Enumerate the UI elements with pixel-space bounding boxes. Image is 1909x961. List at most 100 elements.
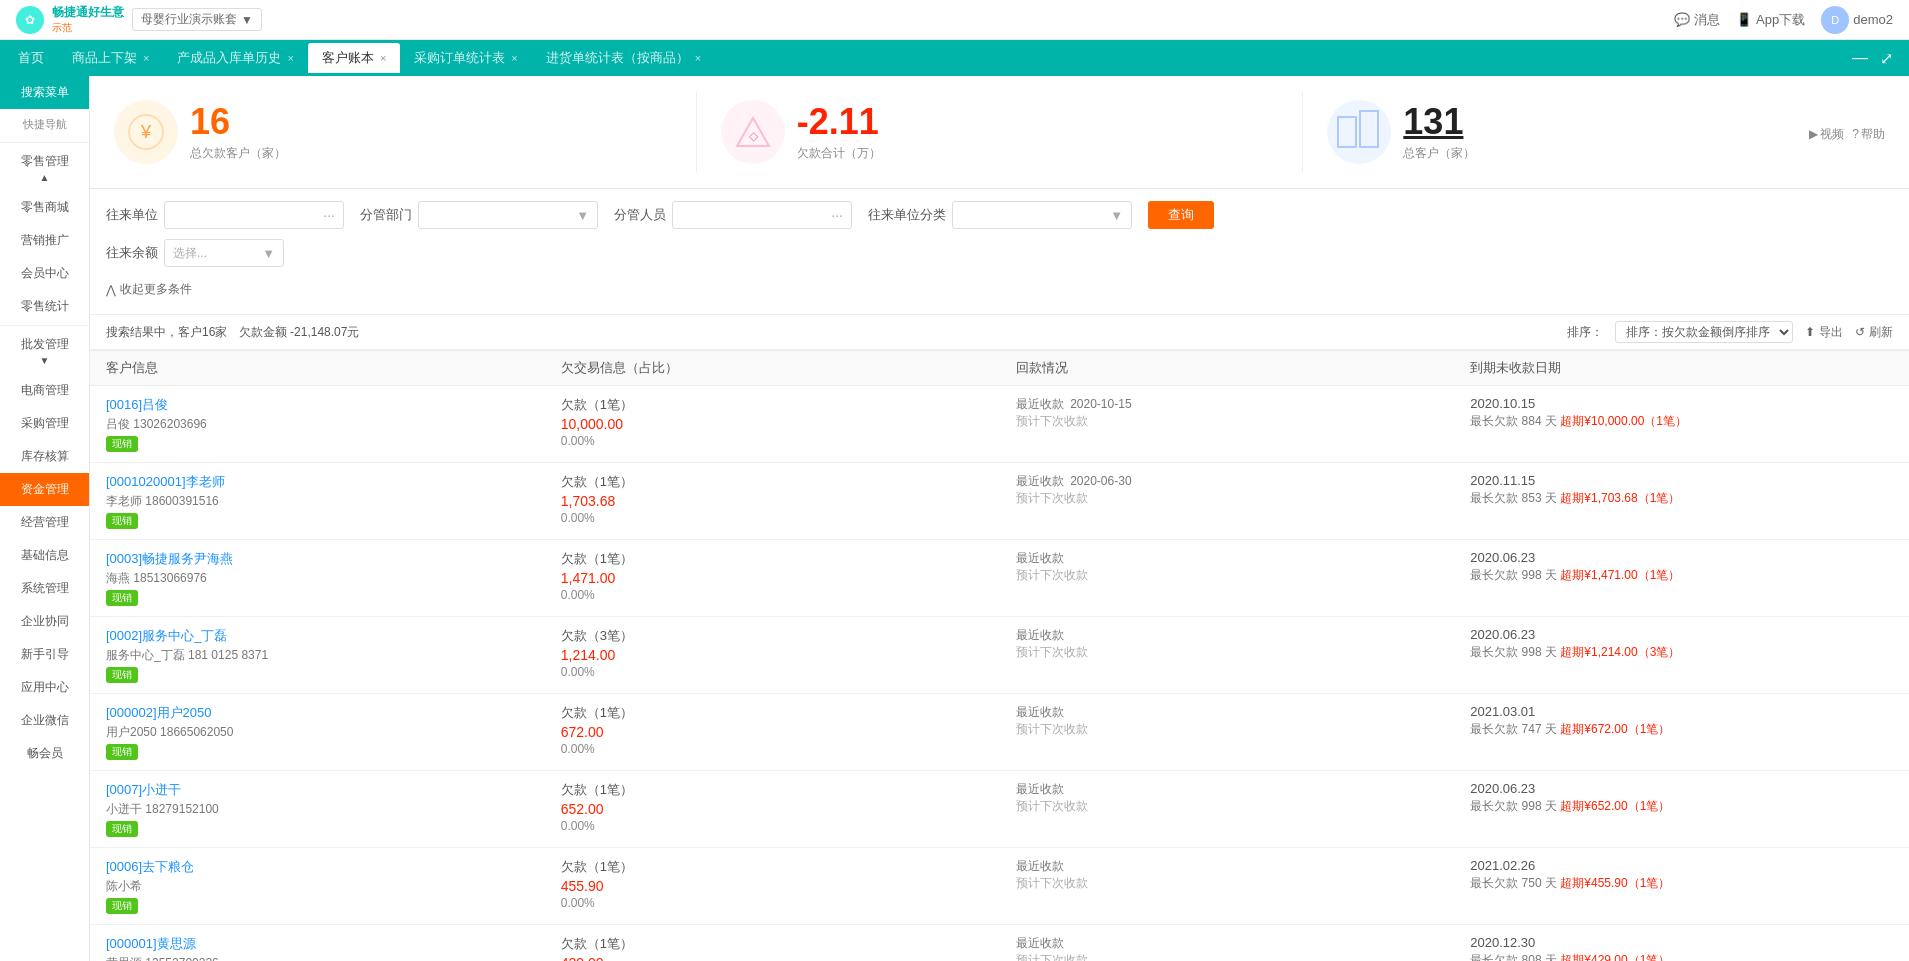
overdue-link[interactable]: 超期¥1,703.68（1笔） <box>1560 491 1680 505</box>
balance-label: 往来余额 <box>106 244 158 262</box>
collapse-button[interactable]: ⋀ 收起更多条件 <box>106 277 1893 302</box>
tab-customer-account[interactable]: 客户账本 × <box>308 43 400 73</box>
overdue-info: 最长欠款 853 天 超期¥1,703.68（1笔） <box>1470 490 1893 507</box>
close-tab-goods[interactable]: × <box>143 52 149 64</box>
overdue-link[interactable]: 超期¥1,471.00（1笔） <box>1560 568 1680 582</box>
sidebar-item-member[interactable]: 会员中心 <box>0 257 89 290</box>
filter-unit-category: 往来单位分类 ▼ <box>868 201 1132 229</box>
overdue-link[interactable]: 超期¥652.00（1笔） <box>1560 799 1670 813</box>
sidebar-item-batch-mgmt[interactable]: 批发管理 ▼ <box>0 328 89 374</box>
customer-name-link[interactable]: [0001020001]李老师 <box>106 474 225 489</box>
close-tab-inbound-stats[interactable]: × <box>695 52 701 64</box>
search-button[interactable]: 查询 <box>1148 201 1214 229</box>
from-unit-input[interactable]: ··· <box>164 201 344 229</box>
sidebar-item-retail-stats[interactable]: 零售统计 <box>0 290 89 323</box>
overdue-link[interactable]: 超期¥455.90（1笔） <box>1560 876 1670 890</box>
overdue-info: 最长欠款 998 天 超期¥1,214.00（3笔） <box>1470 644 1893 661</box>
sidebar-item-ecommerce[interactable]: 电商管理 <box>0 374 89 407</box>
overdue-link[interactable]: 超期¥672.00（1笔） <box>1560 722 1670 736</box>
last-collection: 最近收款 <box>1016 704 1439 721</box>
sidebar-item-marketing[interactable]: 营销推广 <box>0 224 89 257</box>
chevron-icon: ▲ <box>40 172 50 183</box>
sidebar-item-retail-mall[interactable]: 零售商城 <box>0 191 89 224</box>
owed-info-cell: 欠款（1笔） 652.00 0.00% <box>545 771 1000 848</box>
owed-percent: 0.00% <box>561 511 984 525</box>
tab-home[interactable]: 首页 <box>4 43 58 73</box>
nav-tabs: 首页 商品上下架 × 产成品入库单历史 × 客户账本 × 采购订单统计表 × 进… <box>0 40 1909 76</box>
sidebar-item-new-guide[interactable]: 新手引导 <box>0 638 89 671</box>
customer-phone: 海燕 18513066976 <box>106 570 529 587</box>
export-button[interactable]: ⬆ 导出 <box>1805 324 1843 341</box>
due-date-cell: 2021.03.01 最长欠款 747 天 超期¥672.00（1笔） <box>1454 694 1909 771</box>
sidebar-item-member-plus[interactable]: 畅会员 <box>0 737 89 770</box>
sidebar-item-purchase[interactable]: 采购管理 <box>0 407 89 440</box>
owed-info-cell: 欠款（1笔） 429.00 0.00% <box>545 925 1000 962</box>
minimize-icon[interactable]: — <box>1848 47 1872 70</box>
tab-goods[interactable]: 商品上下架 × <box>58 43 163 73</box>
overdue-link[interactable]: 超期¥10,000.00（1笔） <box>1560 414 1687 428</box>
sidebar-item-basic-info[interactable]: 基础信息 <box>0 539 89 572</box>
owed-percent: 0.00% <box>561 434 984 448</box>
tab-inbound-stats[interactable]: 进货单统计表（按商品） × <box>532 43 715 73</box>
dept-select[interactable]: ▼ <box>418 201 598 229</box>
customer-name-link[interactable]: [0003]畅捷服务尹海燕 <box>106 551 233 566</box>
sidebar-item-capital[interactable]: 资金管理 <box>0 473 89 506</box>
customer-name-link[interactable]: [0006]去下粮仓 <box>106 859 194 874</box>
customer-name-link[interactable]: [0016]吕俊 <box>106 397 168 412</box>
sidebar-search[interactable]: 搜索菜单 <box>0 76 89 109</box>
sidebar-item-operations[interactable]: 经营管理 <box>0 506 89 539</box>
next-collection: 预计下次收款 <box>1016 721 1439 738</box>
overdue-link[interactable]: 超期¥429.00（1笔） <box>1560 953 1670 961</box>
customer-name-link[interactable]: [000001]黄思源 <box>106 936 196 951</box>
customer-name-link[interactable]: [0002]服务中心_丁磊 <box>106 628 227 643</box>
refresh-button[interactable]: ↺ 刷新 <box>1855 324 1893 341</box>
owed-count: 欠款（1笔） <box>561 935 984 953</box>
customer-tag: 现销 <box>106 744 138 760</box>
maximize-icon[interactable]: ⤢ <box>1876 47 1897 70</box>
sidebar-item-enterprise-wechat[interactable]: 企业微信 <box>0 704 89 737</box>
help-link[interactable]: ? 帮助 <box>1852 126 1885 143</box>
video-icon: ▶ <box>1809 127 1818 141</box>
user-menu[interactable]: D demo2 <box>1821 6 1893 34</box>
customer-tag: 现销 <box>106 898 138 914</box>
overdue-link[interactable]: 超期¥1,214.00（3笔） <box>1560 645 1680 659</box>
sidebar-item-app-center[interactable]: 应用中心 <box>0 671 89 704</box>
close-tab-customer-account[interactable]: × <box>380 52 386 64</box>
table-row: [0001020001]李老师 李老师 18600391516 现销 欠款（1笔… <box>90 463 1909 540</box>
summary-cards: ¥ 16 总欠款客户（家） ◇ -2.11 欠款合计（万） <box>90 76 1909 189</box>
customer-phone: 陈小希 <box>106 878 529 895</box>
svg-text:¥: ¥ <box>140 122 152 142</box>
top-header: ✿ 畅捷通好生意 示范 母婴行业演示账套 ▼ 💬 消息 📱 App下载 D de… <box>0 0 1909 40</box>
close-tab-produce[interactable]: × <box>287 52 293 64</box>
unit-category-select[interactable]: ▼ <box>952 201 1132 229</box>
sidebar-item-enterprise[interactable]: 企业协同 <box>0 605 89 638</box>
customer-name-link[interactable]: [000002]用户2050 <box>106 705 212 720</box>
due-date: 2020.11.15 <box>1470 473 1893 488</box>
customer-name-link[interactable]: [0007]小迸干 <box>106 782 181 797</box>
industry-selector[interactable]: 母婴行业演示账套 ▼ <box>132 8 262 31</box>
collection-cell: 最近收款 2020-06-30 预计下次收款 <box>1000 463 1455 540</box>
owed-percent: 0.00% <box>561 896 984 910</box>
close-tab-purchase-order[interactable]: × <box>511 52 517 64</box>
message-button[interactable]: 💬 消息 <box>1674 11 1720 29</box>
sidebar-item-inventory[interactable]: 库存核算 <box>0 440 89 473</box>
logo-text: 畅捷通好生意 示范 <box>52 4 124 35</box>
collection-cell: 最近收款 预计下次收款 <box>1000 694 1455 771</box>
video-link[interactable]: ▶ 视频 <box>1809 126 1844 143</box>
next-collection: 预计下次收款 <box>1016 798 1439 815</box>
owed-count: 欠款（3笔） <box>561 627 984 645</box>
sidebar-item-retail-mgmt[interactable]: 零售管理 ▲ <box>0 145 89 191</box>
total-customers-number: 131 <box>1403 102 1475 142</box>
from-unit-label: 往来单位 <box>106 206 158 224</box>
tab-produce[interactable]: 产成品入库单历史 × <box>163 43 307 73</box>
owed-info-cell: 欠款（3笔） 1,214.00 0.00% <box>545 617 1000 694</box>
header-right: 💬 消息 📱 App下载 D demo2 <box>1674 6 1893 34</box>
balance-select[interactable]: 选择... ▼ <box>164 239 284 267</box>
customer-phone: 黄思源 13552700226 <box>106 955 529 961</box>
tab-purchase-order[interactable]: 采购订单统计表 × <box>400 43 531 73</box>
owed-info-cell: 欠款（1笔） 1,471.00 0.00% <box>545 540 1000 617</box>
app-download-button[interactable]: 📱 App下载 <box>1736 11 1805 29</box>
sort-select[interactable]: 排序：按欠款金额倒序排序 <box>1615 321 1793 343</box>
person-input[interactable]: ··· <box>672 201 852 229</box>
sidebar-item-sys-mgmt[interactable]: 系统管理 <box>0 572 89 605</box>
